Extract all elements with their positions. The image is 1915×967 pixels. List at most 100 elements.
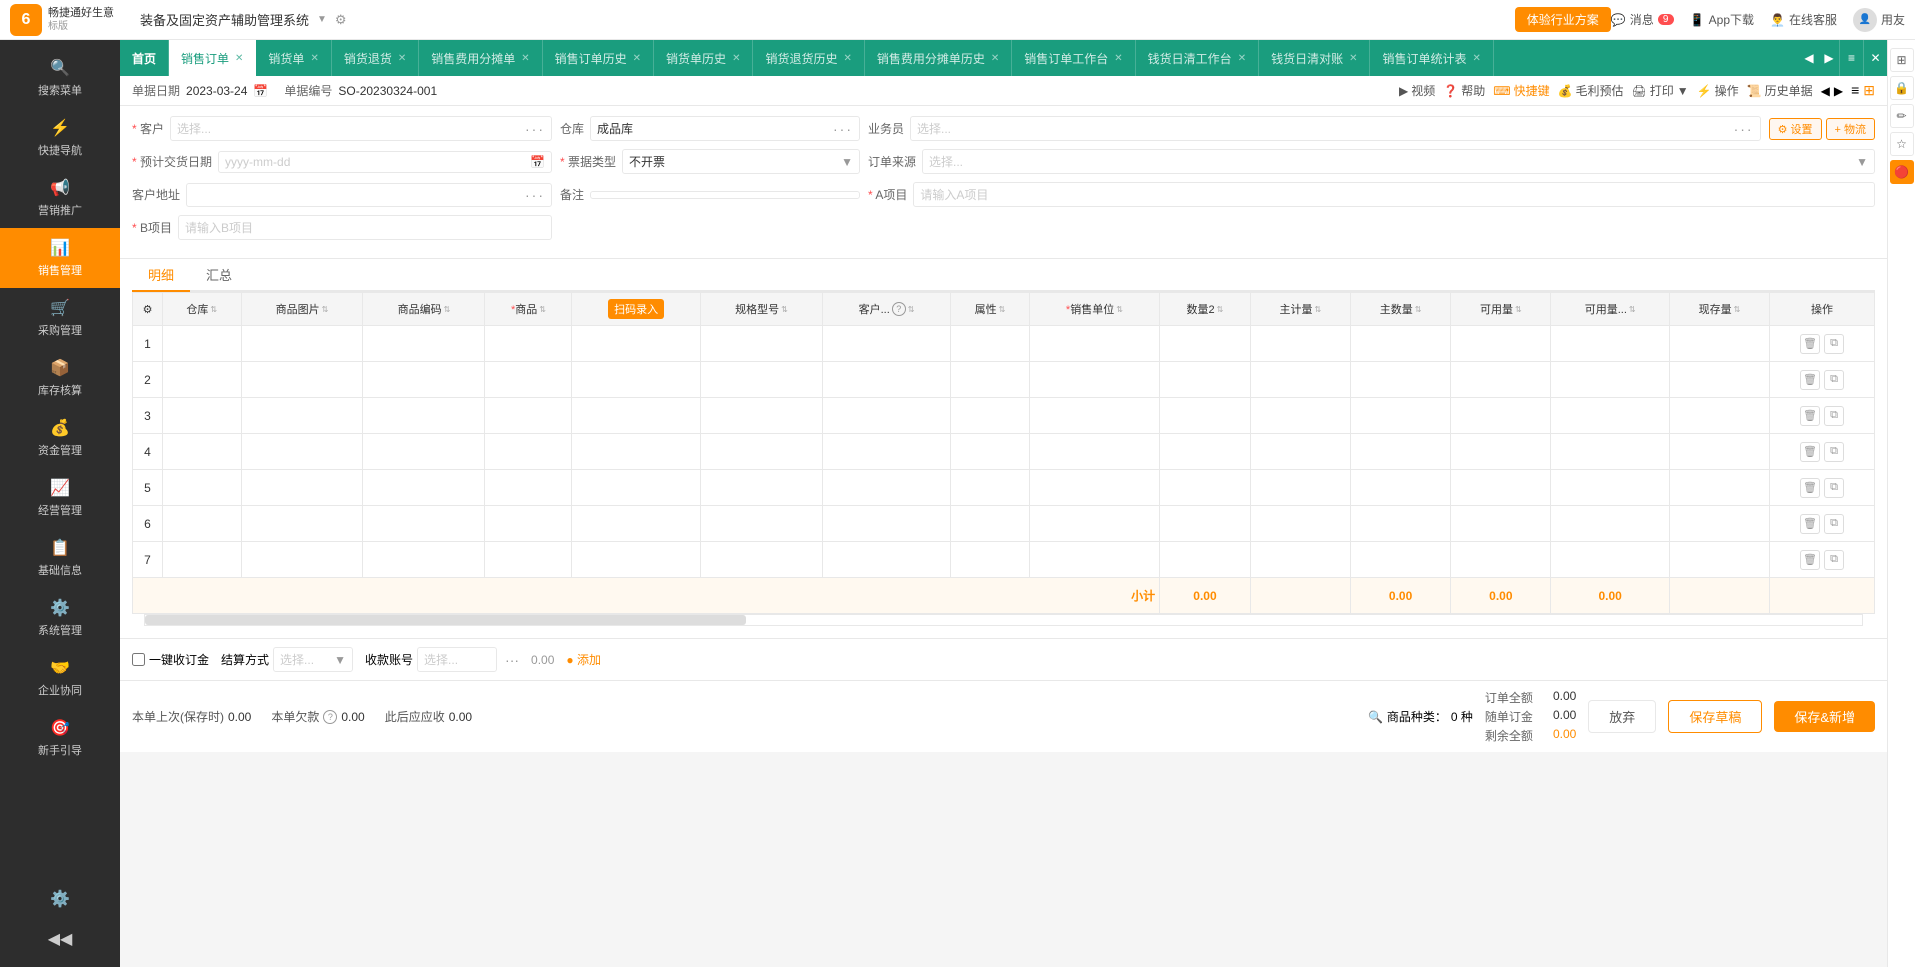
row-stock[interactable] — [1669, 506, 1769, 542]
row-attribute[interactable] — [951, 434, 1030, 470]
tab-sales-order-history[interactable]: 销售订单历史 ✕ — [543, 40, 654, 76]
row-copy-btn[interactable]: ⧉ — [1824, 442, 1844, 462]
sidebar-item-operations[interactable]: 📈 经营管理 — [0, 468, 120, 528]
row-stock[interactable] — [1669, 542, 1769, 578]
th-settings[interactable]: ⚙ — [133, 293, 163, 326]
row-available1[interactable] — [1451, 506, 1551, 542]
tab-expense-history[interactable]: 销售费用分摊单历史 ✕ — [865, 40, 1012, 76]
tab-sales-return[interactable]: 销货退货 ✕ — [332, 40, 419, 76]
row-scan[interactable] — [572, 470, 701, 506]
rp-btn-4[interactable]: ☆ — [1890, 132, 1914, 156]
row-delete-btn[interactable]: 🗑 — [1800, 550, 1820, 570]
tab-sales-invoice[interactable]: 销货单 ✕ — [256, 40, 331, 76]
row-attribute[interactable] — [951, 506, 1030, 542]
profit-btn[interactable]: 💰 毛利预估 — [1558, 82, 1624, 99]
row-available2[interactable] — [1551, 470, 1669, 506]
tab-sales-expense[interactable]: 销售费用分摊单 ✕ — [419, 40, 542, 76]
row-copy-btn[interactable]: ⧉ — [1824, 514, 1844, 534]
th-qty2[interactable]: 数量2⇅ — [1160, 293, 1251, 326]
th-sales-unit[interactable]: *销售单位⇅ — [1029, 293, 1159, 326]
tab-close-icon[interactable]: ✕ — [1114, 53, 1122, 64]
row-product[interactable] — [485, 434, 572, 470]
receipt-dots[interactable]: ··· — [505, 652, 519, 668]
sidebar-settings-btn[interactable]: ⚙️ — [0, 879, 120, 919]
discard-button[interactable]: 放弃 — [1588, 700, 1656, 733]
tab-close-icon[interactable]: ✕ — [732, 53, 740, 64]
th-main-qty[interactable]: 主数量⇅ — [1350, 293, 1450, 326]
row-attribute[interactable] — [951, 398, 1030, 434]
row-spec[interactable] — [700, 398, 822, 434]
user-item[interactable]: 👤 用友 — [1853, 8, 1905, 32]
th-stock[interactable]: 现存量⇅ — [1669, 293, 1769, 326]
th-available2[interactable]: 可用量...⇅ — [1551, 293, 1669, 326]
row-product[interactable] — [485, 506, 572, 542]
tab-close-icon[interactable]: ✕ — [398, 53, 406, 64]
sidebar-item-marketing[interactable]: 📢 营销推广 — [0, 168, 120, 228]
calendar-icon[interactable]: 📅 — [253, 84, 268, 98]
row-sales-unit[interactable] — [1029, 542, 1159, 578]
row-main-qty[interactable] — [1350, 506, 1450, 542]
tab-close-icon[interactable]: ✕ — [991, 53, 999, 64]
operation-btn[interactable]: ⚡ 操作 — [1697, 82, 1739, 99]
sidebar-item-guide[interactable]: 🎯 新手引导 — [0, 708, 120, 768]
th-product-img[interactable]: 商品图片⇅ — [241, 293, 363, 326]
tab-close-icon[interactable]: ✕ — [310, 53, 318, 64]
tab-cash-workbench[interactable]: 钱货日清工作台 ✕ — [1136, 40, 1259, 76]
row-available2[interactable] — [1551, 542, 1669, 578]
row-product-code[interactable] — [363, 506, 485, 542]
row-product[interactable] — [485, 470, 572, 506]
row-spec[interactable] — [700, 506, 822, 542]
row-copy-btn[interactable]: ⧉ — [1824, 478, 1844, 498]
row-product[interactable] — [485, 362, 572, 398]
scroll-thumb[interactable] — [145, 615, 746, 625]
row-qty2[interactable] — [1160, 470, 1251, 506]
delivery-date-input[interactable]: yyyy-mm-dd 📅 — [218, 151, 552, 173]
dropdown-arrow-icon[interactable]: ▼ — [317, 14, 327, 25]
row-attribute[interactable] — [951, 470, 1030, 506]
quick-settle-checkbox[interactable] — [132, 653, 145, 666]
row-main-unit[interactable] — [1250, 506, 1350, 542]
date-picker-icon[interactable]: 📅 — [530, 155, 545, 169]
warehouse-dots[interactable]: ··· — [833, 121, 853, 137]
customer-addr-input[interactable]: ··· — [186, 183, 552, 207]
row-main-qty[interactable] — [1350, 398, 1450, 434]
rp-btn-2[interactable]: 🔒 — [1890, 76, 1914, 100]
sidebar-item-collab[interactable]: 🤝 企业协同 — [0, 648, 120, 708]
sidebar-item-inventory[interactable]: 📦 库存核算 — [0, 348, 120, 408]
online-service-item[interactable]: 👨‍💼 在线客服 — [1770, 11, 1837, 28]
prev-record-btn[interactable]: ◀ — [1821, 84, 1830, 98]
rp-btn-5[interactable]: 🔴 — [1890, 160, 1914, 184]
tab-cash-reconcile[interactable]: 钱货日清对账 ✕ — [1259, 40, 1370, 76]
row-available2[interactable] — [1551, 326, 1669, 362]
row-stock[interactable] — [1669, 326, 1769, 362]
row-main-unit[interactable] — [1250, 398, 1350, 434]
tab-sales-stats[interactable]: 销售订单统计表 ✕ — [1370, 40, 1493, 76]
row-delete-btn[interactable]: 🗑 — [1800, 478, 1820, 498]
addr-dots[interactable]: ··· — [525, 187, 545, 203]
row-sales-unit[interactable] — [1029, 326, 1159, 362]
tab-sales-order[interactable]: 销售订单 ✕ — [169, 40, 256, 76]
row-available1[interactable] — [1451, 434, 1551, 470]
row-warehouse[interactable] — [163, 542, 242, 578]
row-product[interactable] — [485, 326, 572, 362]
next-record-btn[interactable]: ▶ — [1834, 84, 1843, 98]
row-main-unit[interactable] — [1250, 470, 1350, 506]
row-stock[interactable] — [1669, 362, 1769, 398]
row-copy-btn[interactable]: ⧉ — [1824, 406, 1844, 426]
row-available1[interactable] — [1451, 470, 1551, 506]
sidebar-item-search[interactable]: 🔍 搜索菜单 — [0, 48, 120, 108]
row-product-img[interactable] — [241, 326, 363, 362]
sidebar-item-finance[interactable]: 💰 资金管理 — [0, 408, 120, 468]
salesperson-dots[interactable]: ··· — [1734, 121, 1754, 137]
row-product-img[interactable] — [241, 470, 363, 506]
row-main-qty[interactable] — [1350, 362, 1450, 398]
add-material-btn[interactable]: + 物流 — [1826, 118, 1876, 140]
row-product-img[interactable] — [241, 434, 363, 470]
warehouse-input[interactable]: 成品库 ··· — [590, 116, 860, 141]
row-available1[interactable] — [1451, 362, 1551, 398]
row-delete-btn[interactable]: 🗑 — [1800, 442, 1820, 462]
th-main-unit[interactable]: 主计量⇅ — [1250, 293, 1350, 326]
tab-list-btn[interactable]: ≡ — [1839, 40, 1863, 76]
row-spec[interactable] — [700, 362, 822, 398]
trial-button[interactable]: 体验行业方案 — [1515, 7, 1611, 32]
